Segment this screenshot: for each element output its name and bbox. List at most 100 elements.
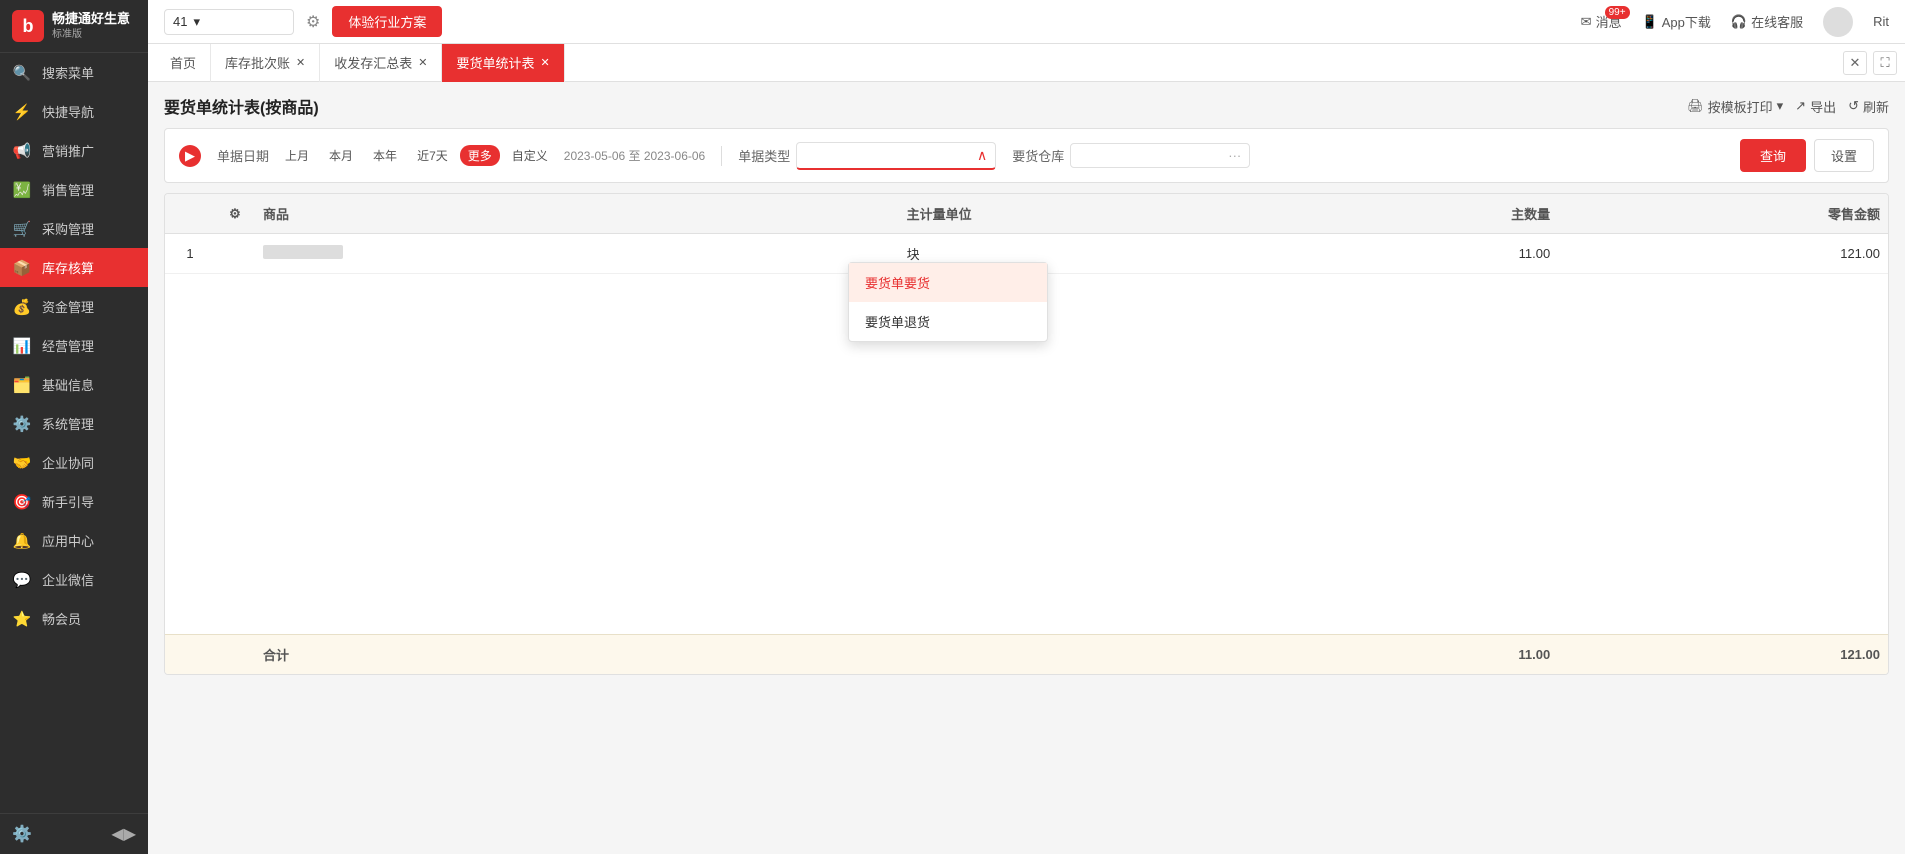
- date-more-btn[interactable]: 更多: [460, 145, 500, 166]
- col-header-qty: 主数量: [1228, 194, 1558, 233]
- tabs-maximize-button[interactable]: ⛶: [1873, 51, 1897, 75]
- type-filter-label: 单据类型: [738, 146, 790, 165]
- query-button[interactable]: 查询: [1740, 139, 1806, 172]
- footer-unit-spacer: [899, 645, 1229, 665]
- topbar-right: ✉ 消息 99+ 📱 App下载 🎧 在线客服 Rit: [1581, 7, 1889, 37]
- operations-icon: 📊: [12, 337, 32, 355]
- filter-separator-1: [721, 146, 722, 166]
- sidebar-nav: 🔍 搜索菜单 ⚡ 快捷导航 📢 营销推广 💹 销售管理 🛒 采购管理 📦 库存核…: [0, 53, 148, 813]
- sidebar-bottom: ⚙️ ◀▶: [0, 813, 148, 854]
- date-cur-year-btn[interactable]: 本年: [365, 144, 405, 167]
- sidebar-item-collaboration[interactable]: 🤝 企业协同: [0, 443, 148, 482]
- filter-toggle-button[interactable]: ▶: [179, 145, 201, 167]
- online-service-button[interactable]: 🎧 在线客服: [1731, 12, 1803, 31]
- page-actions: 🖨 按模板打印 ▾ ↗ 导出 ↺ 刷新: [1687, 97, 1889, 116]
- message-button[interactable]: ✉ 消息 99+: [1581, 12, 1622, 31]
- quicknav-icon: ⚡: [12, 103, 32, 121]
- sidebar-item-finance[interactable]: 💰 资金管理: [0, 287, 148, 326]
- export-button[interactable]: ↗ 导出: [1795, 97, 1836, 116]
- product-placeholder: [263, 245, 343, 259]
- user-avatar[interactable]: [1823, 7, 1853, 37]
- tab-receive-summary[interactable]: 收发存汇总表 ✕: [320, 44, 442, 82]
- app-logo-icon: b: [12, 10, 44, 42]
- type-select-arrow-icon: ∧: [977, 147, 987, 164]
- date-cur-month-btn[interactable]: 本月: [321, 144, 361, 167]
- sidebar-item-app-center[interactable]: 🔔 应用中心: [0, 521, 148, 560]
- guide-icon: 🎯: [12, 493, 32, 511]
- filter-settings-button[interactable]: 设置: [1814, 139, 1874, 172]
- finance-icon: 💰: [12, 298, 32, 316]
- col-header-seq: [165, 204, 215, 224]
- message-icon: ✉: [1581, 14, 1592, 30]
- sidebar-item-basic-info[interactable]: 🗂️ 基础信息: [0, 365, 148, 404]
- sidebar-item-system[interactable]: ⚙️ 系统管理: [0, 404, 148, 443]
- dropdown-item-return[interactable]: 要货单退货: [849, 302, 1047, 341]
- col-header-product: 商品: [255, 194, 899, 233]
- selector-arrow-icon: ▾: [193, 14, 200, 30]
- row-settings-spacer: [215, 244, 255, 264]
- sidebar: b 畅捷通好生意 标准版 🔍 搜索菜单 ⚡ 快捷导航 📢 营销推广 💹 销售管理…: [0, 0, 148, 854]
- row-product: [255, 235, 899, 272]
- row-amount: 121.00: [1558, 236, 1888, 271]
- topbar: 41 ▾ ⚙ 体验行业方案 ✉ 消息 99+ 📱 App下载 🎧 在线客服 Ri…: [148, 0, 1905, 44]
- tabs-bar: 首页 库存批次账 ✕ 收发存汇总表 ✕ 要货单统计表 ✕ ✕ ⛶: [148, 44, 1905, 82]
- sidebar-item-quicknav[interactable]: ⚡ 快捷导航: [0, 92, 148, 131]
- sidebar-item-wechat[interactable]: 💬 企业微信: [0, 560, 148, 599]
- collaboration-icon: 🤝: [12, 454, 32, 472]
- sidebar-item-sales[interactable]: 💹 销售管理: [0, 170, 148, 209]
- trial-industry-button[interactable]: 体验行业方案: [332, 6, 442, 37]
- date-custom-btn[interactable]: 自定义: [504, 144, 556, 167]
- system-icon: ⚙️: [12, 415, 32, 433]
- print-template-button[interactable]: 🖨 按模板打印 ▾: [1687, 97, 1783, 116]
- tab-requisition-stats[interactable]: 要货单统计表 ✕: [442, 44, 564, 82]
- inventory-icon: 📦: [12, 259, 32, 277]
- main-area: 41 ▾ ⚙ 体验行业方案 ✉ 消息 99+ 📱 App下载 🎧 在线客服 Ri…: [148, 0, 1905, 854]
- col-header-unit: 主计量单位: [899, 194, 1229, 233]
- settings-bottom-icon[interactable]: ⚙️: [12, 824, 32, 844]
- tabs-bar-right: ✕ ⛶: [1843, 51, 1897, 75]
- tab-inventory-batch[interactable]: 库存批次账 ✕: [211, 44, 320, 82]
- date-filter-group: 单据日期 上月 本月 本年 近7天 更多 自定义 2023-05-06 至 20…: [217, 144, 705, 167]
- tabs-close-all-button[interactable]: ✕: [1843, 51, 1867, 75]
- download-icon: 📱: [1642, 14, 1658, 30]
- sidebar-item-search[interactable]: 🔍 搜索菜单: [0, 53, 148, 92]
- sidebar-item-inventory[interactable]: 📦 库存核算: [0, 248, 148, 287]
- purchase-icon: 🛒: [12, 220, 32, 238]
- tab-close-inventory-batch[interactable]: ✕: [296, 56, 305, 69]
- col-header-settings[interactable]: ⚙: [215, 196, 255, 232]
- tab-home[interactable]: 首页: [156, 44, 211, 82]
- footer-amount: 121.00: [1558, 637, 1888, 672]
- print-arrow-icon: ▾: [1777, 98, 1784, 114]
- sidebar-item-marketing[interactable]: 📢 营销推广: [0, 131, 148, 170]
- page-content: 要货单统计表(按商品) 🖨 按模板打印 ▾ ↗ 导出 ↺ 刷新 ▶: [148, 82, 1905, 854]
- sidebar-item-operations[interactable]: 📊 经营管理: [0, 326, 148, 365]
- sidebar-item-member[interactable]: ⭐ 畅会员: [0, 599, 148, 638]
- wechat-icon: 💬: [12, 571, 32, 589]
- app-download-button[interactable]: 📱 App下载: [1642, 12, 1711, 31]
- dropdown-item-requisition[interactable]: 要货单要货: [849, 263, 1047, 302]
- tab-close-requisition-stats[interactable]: ✕: [541, 56, 550, 69]
- footer-qty: 11.00: [1228, 637, 1558, 672]
- tab-close-receive-summary[interactable]: ✕: [418, 56, 427, 69]
- search-icon: 🔍: [12, 64, 32, 82]
- date-prev-month-btn[interactable]: 上月: [277, 144, 317, 167]
- footer-seq-spacer: [165, 645, 215, 665]
- date-options: 上月 本月 本年 近7天 更多 自定义: [277, 144, 556, 167]
- warehouse-select[interactable]: ···: [1070, 143, 1250, 168]
- type-filter-group: 单据类型 ∧: [738, 142, 996, 170]
- type-select[interactable]: ∧: [796, 142, 996, 170]
- sidebar-item-purchase[interactable]: 🛒 采购管理: [0, 209, 148, 248]
- page-title: 要货单统计表(按商品): [164, 94, 319, 118]
- row-qty: 11.00: [1228, 236, 1558, 271]
- member-icon: ⭐: [12, 610, 32, 628]
- warehouse-filter-group: 要货仓库 ···: [1012, 143, 1250, 168]
- sidebar-item-guide[interactable]: 🎯 新手引导: [0, 482, 148, 521]
- refresh-button[interactable]: ↺ 刷新: [1848, 97, 1889, 116]
- collapse-icon[interactable]: ◀▶: [111, 824, 136, 844]
- topbar-gear-icon[interactable]: ⚙: [306, 12, 320, 32]
- date-7days-btn[interactable]: 近7天: [409, 144, 456, 167]
- app-center-icon: 🔔: [12, 532, 32, 550]
- date-filter-label: 单据日期: [217, 146, 269, 165]
- company-selector[interactable]: 41 ▾: [164, 9, 294, 35]
- row-seq: 1: [165, 236, 215, 271]
